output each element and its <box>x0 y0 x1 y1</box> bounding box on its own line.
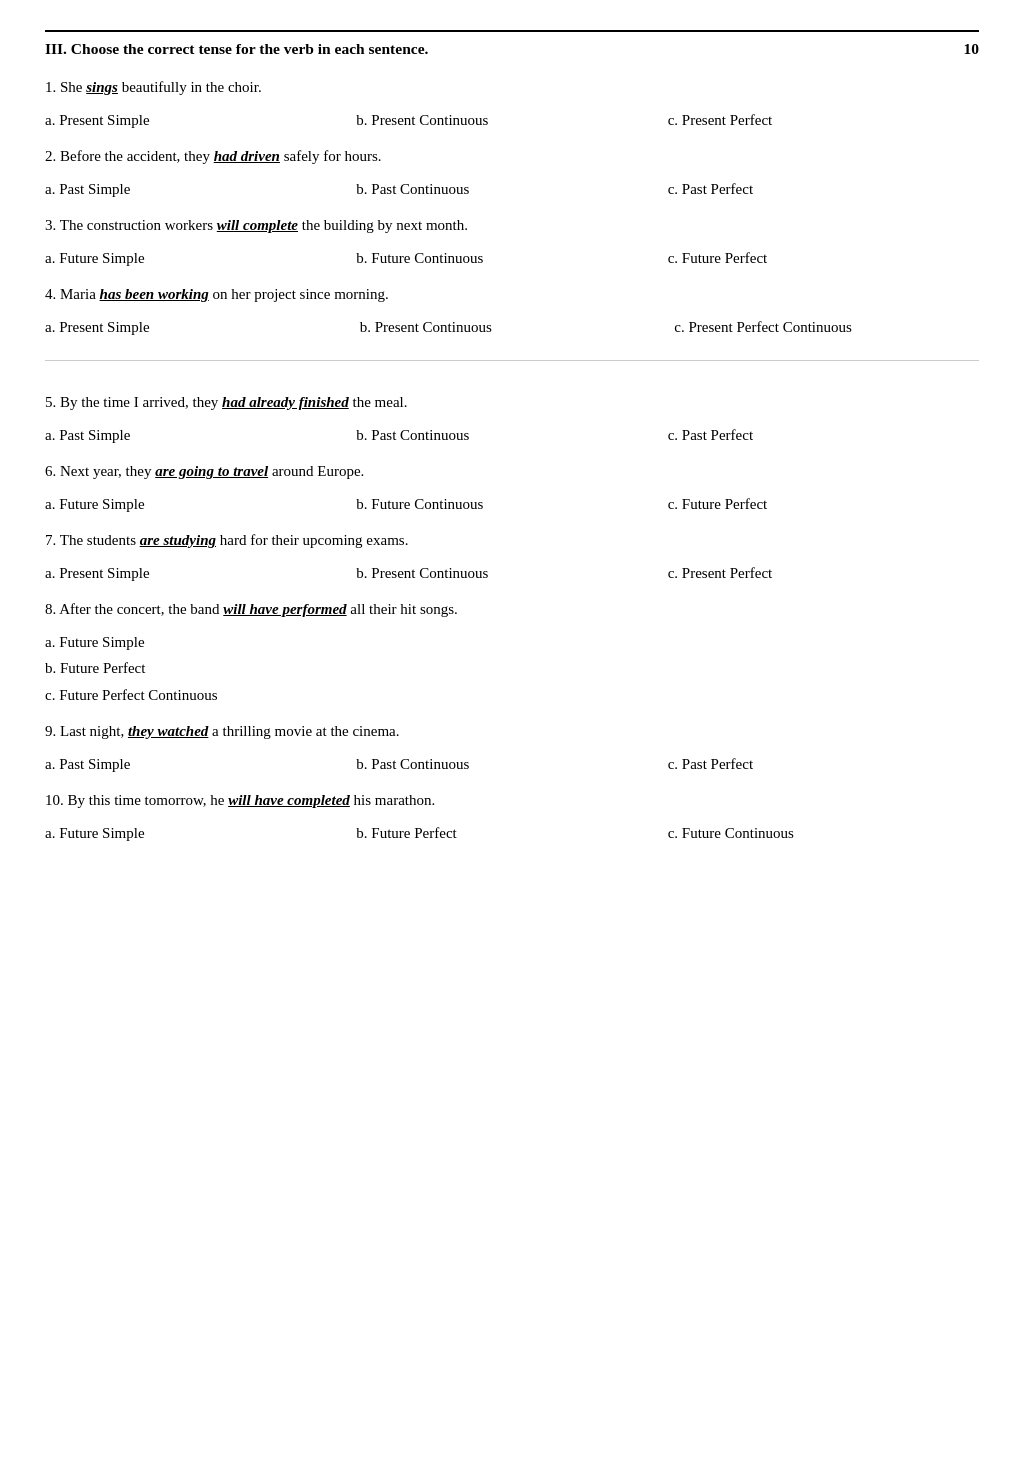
question-1-option-b[interactable]: b. Present Continuous <box>356 109 667 132</box>
question-7-option-c[interactable]: c. Present Perfect <box>668 562 979 585</box>
question-2-option-c[interactable]: c. Past Perfect <box>668 178 979 201</box>
question-4-text: 4. Maria has been working on her project… <box>45 283 979 306</box>
question-1-option-c[interactable]: c. Present Perfect <box>668 109 979 132</box>
question-5-text: 5. By the time I arrived, they had alrea… <box>45 391 979 414</box>
question-3-text: 3. The construction workers will complet… <box>45 214 979 237</box>
question-1-option-a[interactable]: a. Present Simple <box>45 109 356 132</box>
question-3-options: a. Future Simple b. Future Continuous c.… <box>45 247 979 270</box>
question-6-option-c[interactable]: c. Future Perfect <box>668 493 979 516</box>
question-6: 6. Next year, they are going to travel a… <box>45 460 979 515</box>
question-5: 5. By the time I arrived, they had alrea… <box>45 391 979 446</box>
question-7-options: a. Present Simple b. Present Continuous … <box>45 562 979 585</box>
question-10-text: 10. By this time tomorrow, he will have … <box>45 789 979 812</box>
question-1-options: a. Present Simple b. Present Continuous … <box>45 109 979 132</box>
question-2-text: 2. Before the accident, they had driven … <box>45 145 979 168</box>
question-6-option-b[interactable]: b. Future Continuous <box>356 493 667 516</box>
question-8-text: 8. After the concert, the band will have… <box>45 598 979 621</box>
section-top: 1. She sings beautifully in the choir. a… <box>45 76 979 338</box>
question-8: 8. After the concert, the band will have… <box>45 598 979 706</box>
section-bottom: 5. By the time I arrived, they had alrea… <box>45 391 979 844</box>
question-3-option-c[interactable]: c. Future Perfect <box>668 247 979 270</box>
question-5-option-c[interactable]: c. Past Perfect <box>668 424 979 447</box>
question-7-option-b[interactable]: b. Present Continuous <box>356 562 667 585</box>
question-5-option-b[interactable]: b. Past Continuous <box>356 424 667 447</box>
question-9-option-c[interactable]: c. Past Perfect <box>668 753 979 776</box>
section-title: III. Choose the correct tense for the ve… <box>45 40 428 58</box>
question-6-options: a. Future Simple b. Future Continuous c.… <box>45 493 979 516</box>
question-8-option-c[interactable]: c. Future Perfect Continuous <box>45 684 979 707</box>
question-3-option-b[interactable]: b. Future Continuous <box>356 247 667 270</box>
question-6-text: 6. Next year, they are going to travel a… <box>45 460 979 483</box>
page: III. Choose the correct tense for the ve… <box>0 0 1024 898</box>
question-10-option-a[interactable]: a. Future Simple <box>45 822 356 845</box>
section-divider <box>45 360 979 361</box>
question-4-option-b[interactable]: b. Present Continuous <box>360 316 675 339</box>
question-10: 10. By this time tomorrow, he will have … <box>45 789 979 844</box>
question-9-option-a[interactable]: a. Past Simple <box>45 753 356 776</box>
question-4: 4. Maria has been working on her project… <box>45 283 979 338</box>
question-2: 2. Before the accident, they had driven … <box>45 145 979 200</box>
question-3-option-a[interactable]: a. Future Simple <box>45 247 356 270</box>
question-4-options: a. Present Simple b. Present Continuous … <box>45 316 979 339</box>
question-9-option-b[interactable]: b. Past Continuous <box>356 753 667 776</box>
question-2-option-a[interactable]: a. Past Simple <box>45 178 356 201</box>
question-4-option-a[interactable]: a. Present Simple <box>45 316 360 339</box>
question-1-text: 1. She sings beautifully in the choir. <box>45 76 979 99</box>
question-10-options: a. Future Simple b. Future Perfect c. Fu… <box>45 822 979 845</box>
question-2-option-b[interactable]: b. Past Continuous <box>356 178 667 201</box>
question-5-option-a[interactable]: a. Past Simple <box>45 424 356 447</box>
question-9-text: 9. Last night, they watched a thrilling … <box>45 720 979 743</box>
question-6-option-a[interactable]: a. Future Simple <box>45 493 356 516</box>
question-10-option-c[interactable]: c. Future Continuous <box>668 822 979 845</box>
question-3: 3. The construction workers will complet… <box>45 214 979 269</box>
score-label: 10 <box>964 40 980 58</box>
question-7-text: 7. The students are studying hard for th… <box>45 529 979 552</box>
question-9-options: a. Past Simple b. Past Continuous c. Pas… <box>45 753 979 776</box>
question-8-option-b[interactable]: b. Future Perfect <box>45 657 979 680</box>
question-1: 1. She sings beautifully in the choir. a… <box>45 76 979 131</box>
question-5-options: a. Past Simple b. Past Continuous c. Pas… <box>45 424 979 447</box>
question-8-option-a[interactable]: a. Future Simple <box>45 631 979 654</box>
header-row: III. Choose the correct tense for the ve… <box>45 30 979 58</box>
question-2-options: a. Past Simple b. Past Continuous c. Pas… <box>45 178 979 201</box>
question-7-option-a[interactable]: a. Present Simple <box>45 562 356 585</box>
question-8-options: a. Future Simple b. Future Perfect c. Fu… <box>45 631 979 707</box>
question-10-option-b[interactable]: b. Future Perfect <box>356 822 667 845</box>
question-7: 7. The students are studying hard for th… <box>45 529 979 584</box>
question-9: 9. Last night, they watched a thrilling … <box>45 720 979 775</box>
question-4-option-c[interactable]: c. Present Perfect Continuous <box>674 316 979 339</box>
